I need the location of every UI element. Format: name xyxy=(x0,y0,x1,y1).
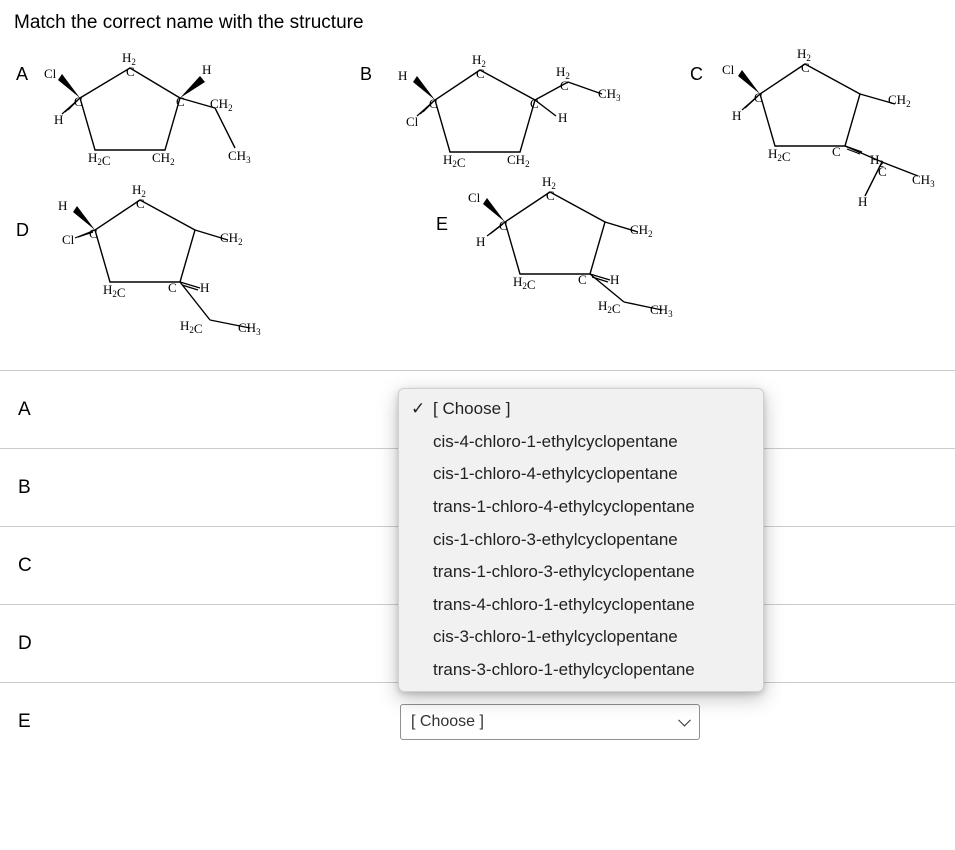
dropdown-option-4[interactable]: cis-1-chloro-3-ethylcyclopentane xyxy=(399,524,763,557)
svg-text:Cl: Cl xyxy=(62,232,75,247)
svg-text:C: C xyxy=(126,64,135,79)
structures-area: A H2 C C C H2C CH2 CH2 CH3 Cl H H xyxy=(0,40,955,340)
structure-d: H2 C C CH2 H2C C H H2C CH3 H Cl xyxy=(40,180,270,350)
svg-text:CH3: CH3 xyxy=(238,320,261,337)
svg-text:Cl: Cl xyxy=(722,62,735,77)
dropdown-option-6[interactable]: trans-4-chloro-1-ethylcyclopentane xyxy=(399,589,763,622)
svg-text:CH2: CH2 xyxy=(152,150,175,167)
svg-text:C: C xyxy=(754,90,763,105)
svg-text:C: C xyxy=(801,60,810,75)
svg-text:CH3: CH3 xyxy=(912,172,935,189)
svg-text:C: C xyxy=(89,226,98,241)
svg-text:H2C: H2C xyxy=(598,298,621,316)
structure-a: H2 C C C H2C CH2 CH2 CH3 Cl H H xyxy=(40,50,260,180)
svg-text:H: H xyxy=(858,194,867,209)
select-e[interactable]: [ Choose ] xyxy=(400,704,700,740)
dropdown-option-3[interactable]: trans-1-chloro-4-ethylcyclopentane xyxy=(399,491,763,524)
dropdown-option-1[interactable]: cis-4-chloro-1-ethylcyclopentane xyxy=(399,426,763,459)
svg-text:CH3: CH3 xyxy=(650,302,673,319)
dropdown-option-8[interactable]: trans-3-chloro-1-ethylcyclopentane xyxy=(399,654,763,687)
answer-label-e: E xyxy=(0,711,400,733)
structure-label-a: A xyxy=(16,64,28,85)
svg-text:C: C xyxy=(832,144,841,159)
svg-text:H2C: H2C xyxy=(180,318,203,336)
dropdown-option-choose[interactable]: [ Choose ] xyxy=(399,393,763,426)
svg-text:H: H xyxy=(732,108,741,123)
svg-text:CH2: CH2 xyxy=(507,152,530,169)
svg-text:CH2: CH2 xyxy=(630,222,653,239)
svg-text:H: H xyxy=(558,110,567,125)
svg-text:H2C: H2C xyxy=(103,282,126,300)
svg-text:C: C xyxy=(546,188,555,203)
svg-text:H2C: H2C xyxy=(443,152,466,170)
structure-label-c: C xyxy=(690,64,703,85)
svg-text:H: H xyxy=(58,198,67,213)
svg-text:H: H xyxy=(476,234,485,249)
svg-text:CH3: CH3 xyxy=(228,148,251,165)
dropdown-option-2[interactable]: cis-1-chloro-4-ethylcyclopentane xyxy=(399,458,763,491)
svg-text:CH2: CH2 xyxy=(220,230,243,247)
dropdown-menu[interactable]: [ Choose ] cis-4-chloro-1-ethylcyclopent… xyxy=(398,388,764,692)
structure-c: H2 C C CH2 H2C C H2 C H CH3 Cl H xyxy=(710,46,945,211)
svg-text:C: C xyxy=(176,94,185,109)
svg-text:H: H xyxy=(200,280,209,295)
svg-text:C: C xyxy=(530,96,539,111)
svg-text:H: H xyxy=(202,62,211,77)
svg-text:C: C xyxy=(476,66,485,81)
dropdown-option-7[interactable]: cis-3-chloro-1-ethylcyclopentane xyxy=(399,621,763,654)
svg-text:Cl: Cl xyxy=(468,190,481,205)
svg-text:H2C: H2C xyxy=(88,150,111,168)
svg-text:Cl: Cl xyxy=(406,114,419,129)
svg-text:C: C xyxy=(136,196,145,211)
dropdown-option-5[interactable]: trans-1-chloro-3-ethylcyclopentane xyxy=(399,556,763,589)
svg-text:C: C xyxy=(499,218,508,233)
question-title: Match the correct name with the structur… xyxy=(0,0,955,40)
structure-e: H2 C C CH2 H2C C H H2C CH3 Cl H xyxy=(440,172,680,347)
svg-text:C: C xyxy=(74,94,83,109)
structure-label-b: B xyxy=(360,64,372,85)
answer-label-b: B xyxy=(0,477,400,499)
svg-text:H2C: H2C xyxy=(513,274,536,292)
svg-text:C: C xyxy=(168,280,177,295)
svg-text:C: C xyxy=(429,96,438,111)
svg-text:Cl: Cl xyxy=(44,66,57,81)
svg-text:H: H xyxy=(398,68,407,83)
answer-label-a: A xyxy=(0,399,400,421)
svg-text:C: C xyxy=(578,272,587,287)
svg-text:H: H xyxy=(54,112,63,127)
answer-label-c: C xyxy=(0,555,400,577)
svg-text:CH2: CH2 xyxy=(888,92,911,109)
structure-b: H2 C H2 C CH3 C C H2C CH2 H Cl H xyxy=(380,50,620,180)
svg-text:H: H xyxy=(610,272,619,287)
svg-text:C: C xyxy=(878,164,887,179)
svg-text:H2C: H2C xyxy=(768,146,791,164)
svg-text:CH2: CH2 xyxy=(210,96,233,113)
answer-label-d: D xyxy=(0,633,400,655)
structure-label-d: D xyxy=(16,220,29,241)
svg-text:C: C xyxy=(560,78,569,93)
svg-text:CH3: CH3 xyxy=(598,86,620,103)
answer-row-e: E [ Choose ] xyxy=(0,682,955,760)
